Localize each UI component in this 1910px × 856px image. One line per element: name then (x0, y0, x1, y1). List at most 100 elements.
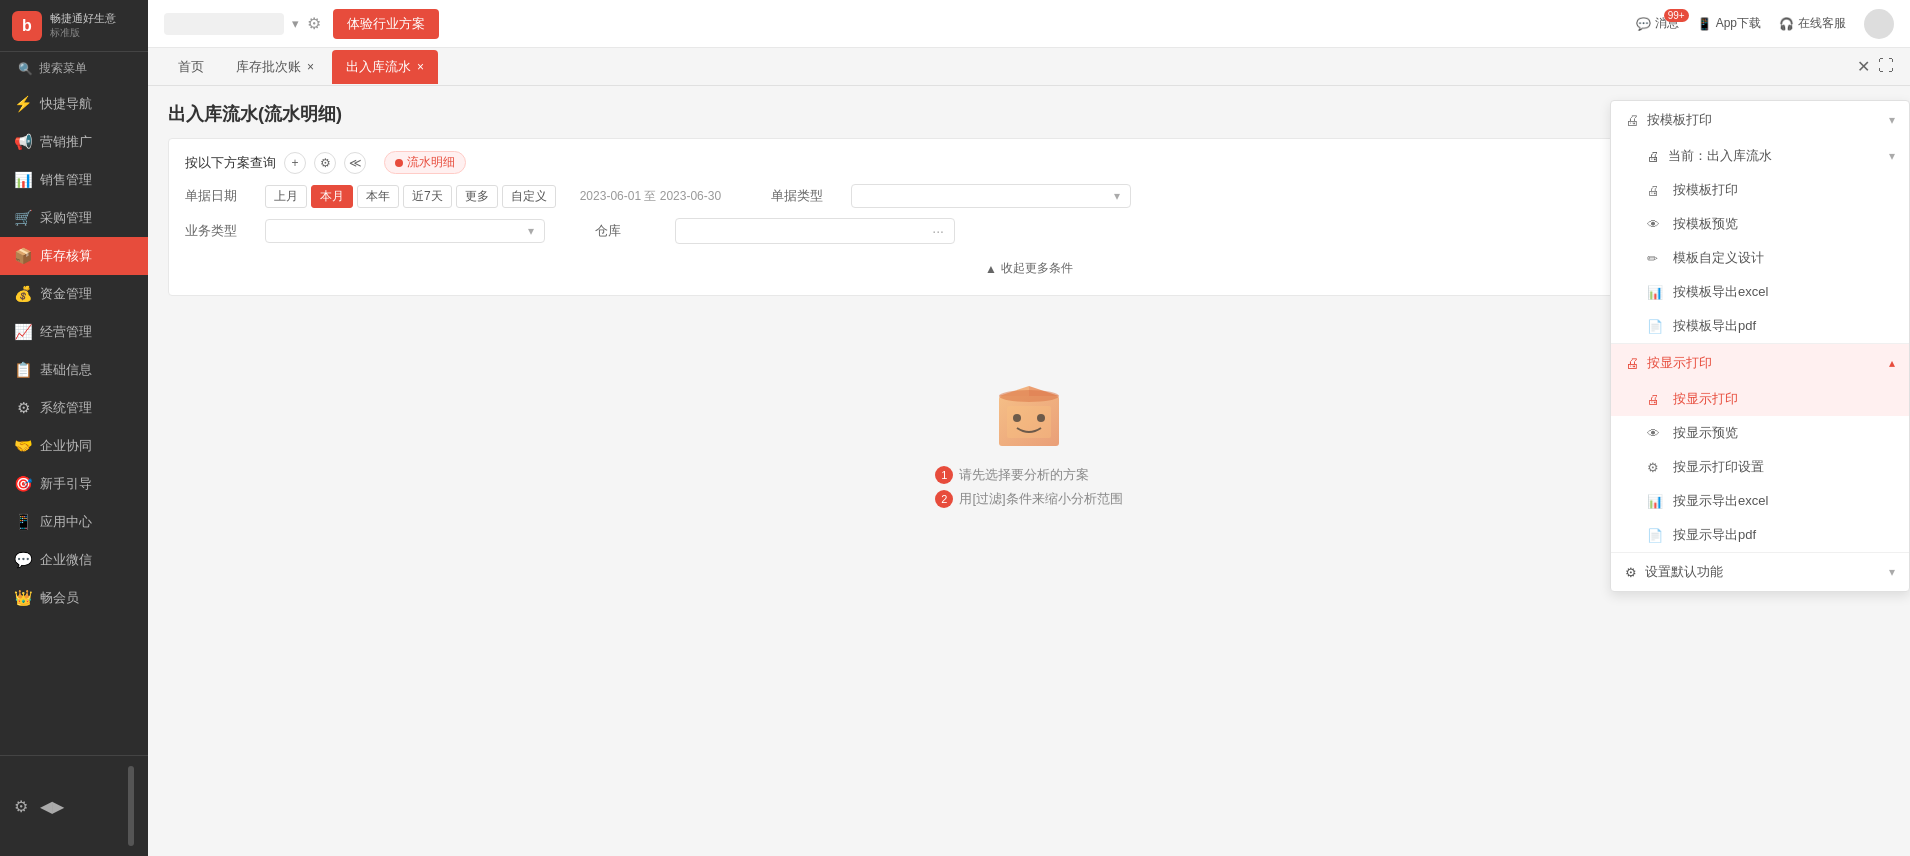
guide-icon: 🎯 (14, 475, 32, 493)
sidebar-item-label: 畅会员 (40, 589, 79, 607)
filter-section-label: 按以下方案查询 (185, 154, 276, 172)
filter-collapse-icon[interactable]: ≪ (344, 152, 366, 174)
sidebar-item-wechat[interactable]: 💬 企业微信 (0, 541, 148, 579)
sidebar-item-basic[interactable]: 📋 基础信息 (0, 351, 148, 389)
tab-bar: 首页 库存批次账 × 出入库流水 × ✕ ⛶ (148, 48, 1910, 86)
sidebar-item-guide[interactable]: 🎯 新手引导 (0, 465, 148, 503)
collapse-up-icon: ▲ (985, 262, 997, 276)
date-filter-label: 单据日期 (185, 187, 245, 205)
maximize-icon[interactable]: ⛶ (1878, 57, 1894, 76)
tab-stock-flow[interactable]: 出入库流水 × (332, 50, 438, 84)
display-print-section-header[interactable]: 🖨 按显示打印 ▴ (1611, 344, 1909, 382)
tab-batch-account-close-icon[interactable]: × (307, 60, 314, 74)
template-print-item[interactable]: 🖨 按模板打印 (1611, 173, 1909, 207)
date-btn-this-year[interactable]: 本年 (357, 185, 399, 208)
sidebar-item-app-center[interactable]: 📱 应用中心 (0, 503, 148, 541)
topbar: ▾ ⚙ 体验行业方案 💬 消息 99+ 📱 App下载 🎧 在线客服 (148, 0, 1910, 48)
warehouse-select[interactable]: ··· (675, 218, 955, 244)
step-2-text: 用[过滤]条件来缩小分析范围 (959, 490, 1122, 508)
doc-type-select[interactable]: ▾ (851, 184, 1131, 208)
date-btn-7days[interactable]: 近7天 (403, 185, 452, 208)
member-icon: 👑 (14, 589, 32, 607)
filter-add-button[interactable]: + (284, 152, 306, 174)
date-btn-custom[interactable]: 自定义 (502, 185, 556, 208)
template-export-excel-item[interactable]: 📊 按模板导出excel (1611, 275, 1909, 309)
display-preview-item[interactable]: 👁 按显示预览 (1611, 416, 1909, 450)
filter-settings-button[interactable]: ⚙ (314, 152, 336, 174)
template-preview-icon: 👁 (1647, 217, 1663, 232)
display-export-excel-item[interactable]: 📊 按显示导出excel (1611, 484, 1909, 518)
headset-icon: 🎧 (1779, 17, 1794, 31)
svg-point-6 (1037, 414, 1045, 422)
app-center-icon: 📱 (14, 513, 32, 531)
sidebar-item-finance[interactable]: 💰 资金管理 (0, 275, 148, 313)
step-1-number: 1 (935, 466, 953, 484)
tab-batch-account[interactable]: 库存批次账 × (222, 50, 328, 84)
template-custom-design-item[interactable]: ✏ 模板自定义设计 (1611, 241, 1909, 275)
sidebar-item-purchase[interactable]: 🛒 采购管理 (0, 199, 148, 237)
set-default-arrow-icon: ▾ (1889, 565, 1895, 579)
sidebar-search[interactable]: 🔍 搜索菜单 (0, 52, 148, 85)
marketing-icon: 📢 (14, 133, 32, 151)
online-service-button[interactable]: 🎧 在线客服 (1779, 15, 1846, 32)
close-all-tabs-icon[interactable]: ✕ (1857, 57, 1870, 76)
industry-solution-button[interactable]: 体验行业方案 (333, 9, 439, 39)
sidebar-scrollbar[interactable] (128, 766, 134, 846)
tab-stock-flow-close-icon[interactable]: × (417, 60, 424, 74)
template-preview-item[interactable]: 👁 按模板预览 (1611, 207, 1909, 241)
template-pdf-icon: 📄 (1647, 319, 1663, 334)
display-print-section: 🖨 按显示打印 ▴ 🖨 按显示打印 👁 按显示预览 ⚙ 按显示打印设置 📊 按显… (1611, 344, 1909, 553)
current-template-icon: 🖨 (1647, 149, 1660, 164)
sidebar-item-system[interactable]: ⚙ 系统管理 (0, 389, 148, 427)
svg-point-3 (999, 390, 1059, 402)
print-dropdown-panel: 🖨 按模板打印 ▾ 🖨 当前：出入库流水 ▾ 🖨 按模板打印 👁 按模板预览 ✏… (1610, 100, 1910, 592)
user-avatar[interactable] (1864, 9, 1894, 39)
sidebar-item-sales[interactable]: 📊 销售管理 (0, 161, 148, 199)
template-print-section-header[interactable]: 🖨 按模板打印 ▾ (1611, 101, 1909, 139)
sidebar-item-operations[interactable]: 📈 经营管理 (0, 313, 148, 351)
set-default-button[interactable]: ⚙ 设置默认功能 ▾ (1611, 553, 1909, 591)
app-download-button[interactable]: 📱 App下载 (1697, 15, 1761, 32)
tab-home[interactable]: 首页 (164, 50, 218, 84)
date-btn-more[interactable]: 更多 (456, 185, 498, 208)
biz-type-select[interactable]: ▾ (265, 219, 545, 243)
messages-button[interactable]: 💬 消息 99+ (1636, 15, 1679, 32)
sidebar-item-label: 销售管理 (40, 171, 92, 189)
date-filter-buttons: 上月 本月 本年 近7天 更多 自定义 (265, 185, 556, 208)
sidebar-item-label: 基础信息 (40, 361, 92, 379)
template-preview-label: 按模板预览 (1673, 215, 1738, 233)
step-2-number: 2 (935, 490, 953, 508)
display-export-pdf-item[interactable]: 📄 按显示导出pdf (1611, 518, 1909, 552)
template-section-arrow-icon: ▾ (1889, 113, 1895, 127)
sidebar-item-member[interactable]: 👑 畅会员 (0, 579, 148, 617)
biz-type-label: 业务类型 (185, 222, 245, 240)
sidebar-item-quick-nav[interactable]: ⚡ 快捷导航 (0, 85, 148, 123)
sales-icon: 📊 (14, 171, 32, 189)
filter-tag-detail[interactable]: 流水明细 (384, 151, 466, 174)
display-preview-label: 按显示预览 (1673, 424, 1738, 442)
sidebar-item-marketing[interactable]: 📢 营销推广 (0, 123, 148, 161)
date-btn-last-month[interactable]: 上月 (265, 185, 307, 208)
display-print-settings-item[interactable]: ⚙ 按显示打印设置 (1611, 450, 1909, 484)
empty-step-1: 1 请先选择要分析的方案 (935, 466, 1122, 484)
app-download-label: App下载 (1716, 15, 1761, 32)
sidebar-item-label: 经营管理 (40, 323, 92, 341)
date-btn-this-month[interactable]: 本月 (311, 185, 353, 208)
collapse-sidebar-icon[interactable]: ◀▶ (40, 797, 64, 816)
topbar-chevron-icon[interactable]: ▾ (292, 16, 299, 31)
quick-nav-icon: ⚡ (14, 95, 32, 113)
topbar-settings-icon[interactable]: ⚙ (307, 14, 321, 33)
template-print-title: 按模板打印 (1647, 111, 1712, 129)
display-preview-icon: 👁 (1647, 426, 1663, 441)
template-print-item-label: 按模板打印 (1673, 181, 1738, 199)
empty-state-icon (979, 356, 1079, 456)
settings-footer-icon[interactable]: ⚙ (14, 797, 28, 816)
topbar-search-input[interactable] (164, 13, 284, 35)
sidebar-item-inventory[interactable]: 📦 库存核算 (0, 237, 148, 275)
sidebar-item-cooperation[interactable]: 🤝 企业协同 (0, 427, 148, 465)
current-template-arrow-icon: ▾ (1889, 149, 1895, 163)
template-export-pdf-item[interactable]: 📄 按模板导出pdf (1611, 309, 1909, 343)
inventory-icon: 📦 (14, 247, 32, 265)
display-print-item[interactable]: 🖨 按显示打印 (1611, 382, 1909, 416)
empty-step-2: 2 用[过滤]条件来缩小分析范围 (935, 490, 1122, 508)
